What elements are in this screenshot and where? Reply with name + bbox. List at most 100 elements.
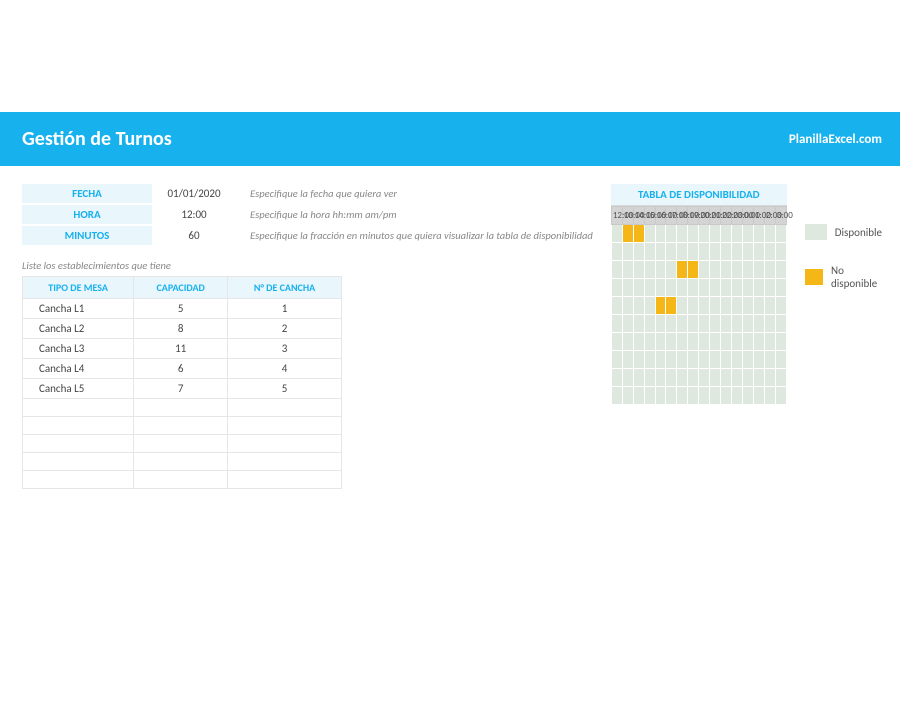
cell-num[interactable] — [228, 399, 342, 417]
availability-cell[interactable] — [688, 243, 699, 261]
availability-cell[interactable] — [611, 315, 622, 333]
availability-cell[interactable] — [731, 369, 742, 387]
availability-cell[interactable] — [633, 315, 644, 333]
availability-cell[interactable] — [622, 369, 633, 387]
availability-cell[interactable] — [655, 315, 666, 333]
availability-cell[interactable] — [699, 333, 710, 351]
availability-cell[interactable] — [753, 351, 764, 369]
cell-capacidad[interactable] — [134, 453, 228, 471]
availability-cell[interactable] — [710, 333, 721, 351]
availability-cell[interactable] — [644, 279, 655, 297]
availability-cell[interactable] — [655, 297, 666, 315]
availability-cell[interactable] — [666, 369, 677, 387]
availability-cell[interactable] — [775, 225, 786, 243]
availability-cell[interactable] — [677, 243, 688, 261]
availability-cell[interactable] — [666, 279, 677, 297]
availability-cell[interactable] — [710, 387, 721, 405]
availability-cell[interactable] — [688, 261, 699, 279]
availability-cell[interactable] — [622, 387, 633, 405]
availability-cell[interactable] — [699, 225, 710, 243]
availability-cell[interactable] — [742, 333, 753, 351]
cell-capacidad[interactable]: 11 — [134, 339, 228, 359]
availability-cell[interactable] — [775, 315, 786, 333]
cell-tipo[interactable] — [23, 417, 134, 435]
availability-cell[interactable] — [731, 333, 742, 351]
cell-tipo[interactable] — [23, 453, 134, 471]
availability-cell[interactable] — [677, 387, 688, 405]
availability-cell[interactable] — [710, 225, 721, 243]
availability-cell[interactable] — [742, 261, 753, 279]
availability-cell[interactable] — [710, 243, 721, 261]
availability-cell[interactable] — [775, 243, 786, 261]
availability-cell[interactable] — [753, 369, 764, 387]
availability-cell[interactable] — [633, 297, 644, 315]
availability-cell[interactable] — [622, 297, 633, 315]
availability-cell[interactable] — [753, 279, 764, 297]
availability-cell[interactable] — [721, 369, 732, 387]
availability-cell[interactable] — [666, 333, 677, 351]
availability-cell[interactable] — [775, 387, 786, 405]
availability-cell[interactable] — [775, 297, 786, 315]
availability-cell[interactable] — [655, 387, 666, 405]
cell-num[interactable]: 3 — [228, 339, 342, 359]
cell-tipo[interactable]: Cancha L3 — [23, 339, 134, 359]
cell-num[interactable]: 1 — [228, 299, 342, 319]
availability-cell[interactable] — [764, 243, 775, 261]
availability-cell[interactable] — [611, 261, 622, 279]
availability-cell[interactable] — [688, 225, 699, 243]
availability-cell[interactable] — [644, 261, 655, 279]
availability-cell[interactable] — [611, 387, 622, 405]
availability-cell[interactable] — [666, 387, 677, 405]
availability-cell[interactable] — [644, 387, 655, 405]
availability-cell[interactable] — [764, 369, 775, 387]
availability-cell[interactable] — [633, 333, 644, 351]
value-hora[interactable]: 12:00 — [152, 205, 236, 224]
availability-cell[interactable] — [666, 351, 677, 369]
value-minutos[interactable]: 60 — [152, 226, 236, 245]
availability-cell[interactable] — [622, 225, 633, 243]
availability-cell[interactable] — [611, 243, 622, 261]
availability-cell[interactable] — [764, 351, 775, 369]
availability-cell[interactable] — [742, 243, 753, 261]
availability-cell[interactable] — [764, 225, 775, 243]
availability-cell[interactable] — [644, 333, 655, 351]
availability-cell[interactable] — [699, 387, 710, 405]
availability-cell[interactable] — [699, 261, 710, 279]
availability-cell[interactable] — [753, 261, 764, 279]
cell-capacidad[interactable] — [134, 399, 228, 417]
availability-cell[interactable] — [688, 315, 699, 333]
availability-cell[interactable] — [742, 279, 753, 297]
availability-cell[interactable] — [699, 279, 710, 297]
availability-cell[interactable] — [731, 387, 742, 405]
availability-cell[interactable] — [644, 243, 655, 261]
availability-cell[interactable] — [677, 261, 688, 279]
availability-cell[interactable] — [633, 387, 644, 405]
availability-cell[interactable] — [764, 261, 775, 279]
availability-cell[interactable] — [677, 297, 688, 315]
availability-cell[interactable] — [775, 261, 786, 279]
availability-cell[interactable] — [764, 297, 775, 315]
availability-cell[interactable] — [644, 225, 655, 243]
availability-cell[interactable] — [688, 279, 699, 297]
availability-cell[interactable] — [688, 297, 699, 315]
availability-cell[interactable] — [655, 333, 666, 351]
availability-cell[interactable] — [721, 225, 732, 243]
availability-cell[interactable] — [742, 351, 753, 369]
availability-cell[interactable] — [753, 315, 764, 333]
availability-cell[interactable] — [622, 261, 633, 279]
availability-cell[interactable] — [731, 315, 742, 333]
cell-capacidad[interactable]: 6 — [134, 359, 228, 379]
cell-capacidad[interactable]: 7 — [134, 379, 228, 399]
availability-cell[interactable] — [644, 315, 655, 333]
cell-num[interactable] — [228, 453, 342, 471]
availability-cell[interactable] — [753, 225, 764, 243]
availability-cell[interactable] — [655, 279, 666, 297]
cell-num[interactable]: 4 — [228, 359, 342, 379]
availability-cell[interactable] — [721, 351, 732, 369]
availability-cell[interactable] — [731, 261, 742, 279]
cell-num[interactable] — [228, 417, 342, 435]
cell-capacidad[interactable] — [134, 471, 228, 489]
cell-num[interactable] — [228, 471, 342, 489]
cell-capacidad[interactable] — [134, 435, 228, 453]
cell-num[interactable]: 2 — [228, 319, 342, 339]
